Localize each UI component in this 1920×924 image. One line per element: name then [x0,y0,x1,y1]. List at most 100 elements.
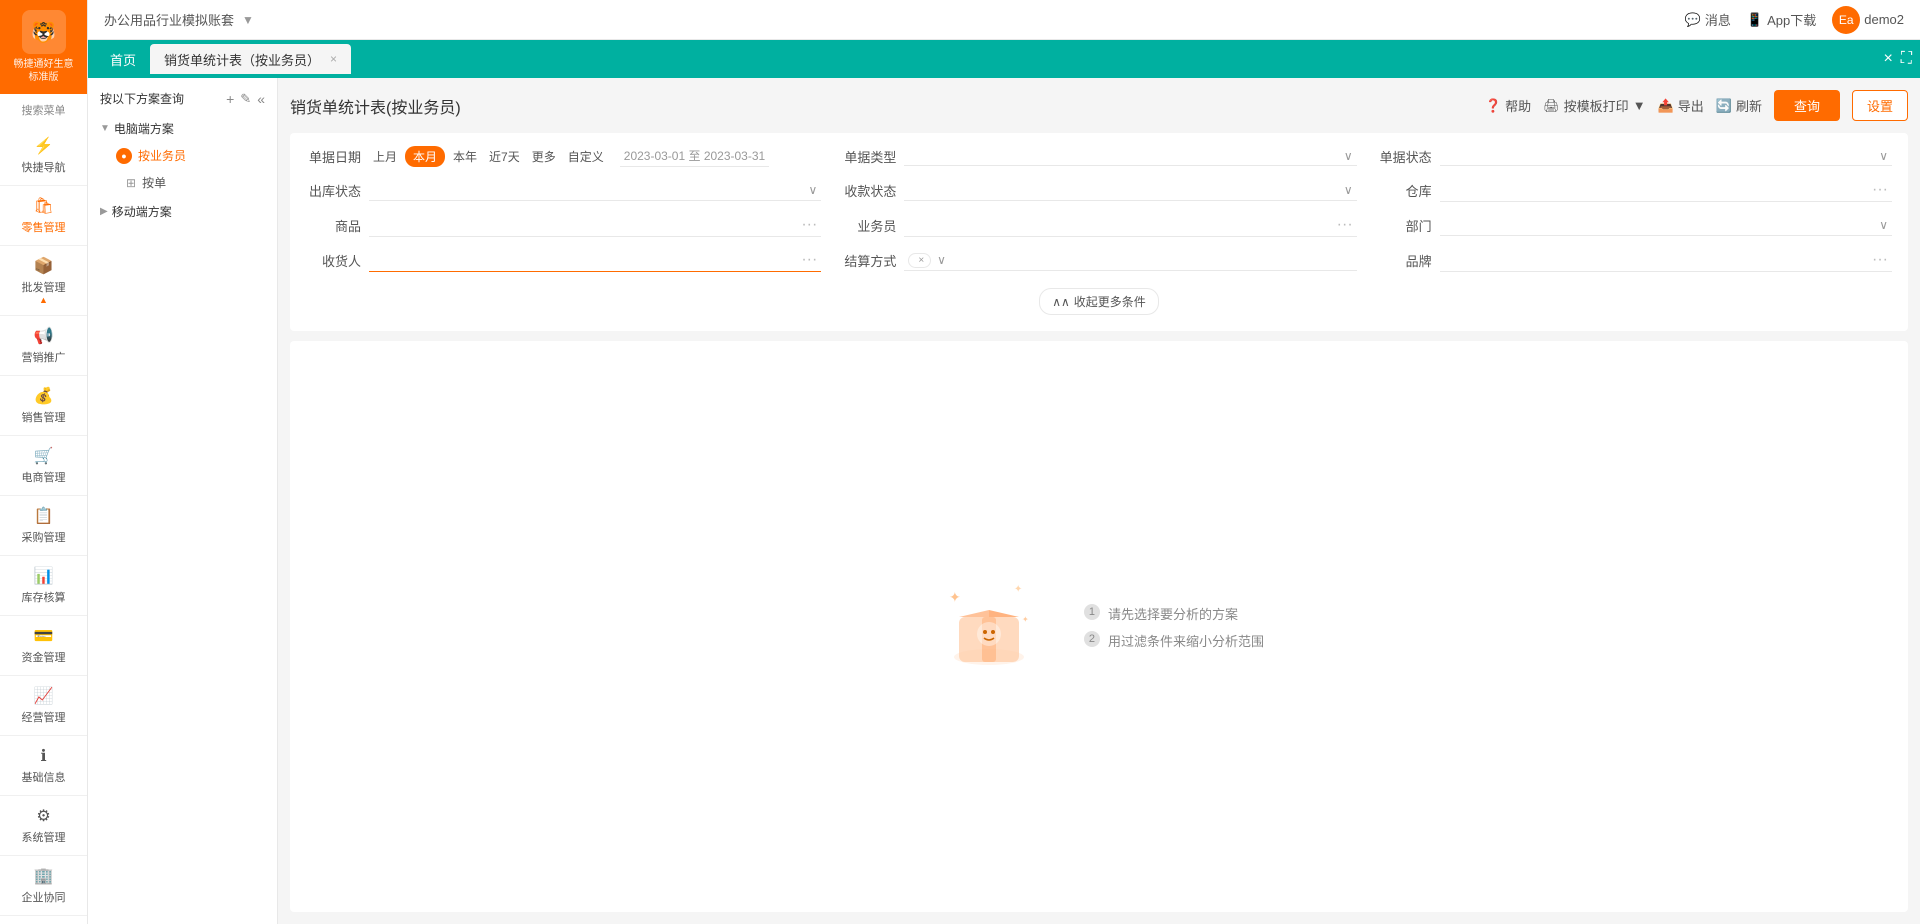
sidebar-item-inventory[interactable]: 📊 库存核算 [0,556,87,616]
inventory-icon: 📊 [34,566,54,586]
sidebar-item-retail[interactable]: 🛍 零售管理 [0,186,87,246]
sales-rep-more-icon[interactable]: ··· [1337,216,1353,234]
bill-status-input[interactable] [1444,148,1876,163]
warehouse-input[interactable] [1444,183,1868,198]
help-btn[interactable]: ❓ 帮助 [1485,96,1531,115]
bill-type-input[interactable] [908,148,1340,163]
plan-group-desktop-title[interactable]: ▼ 电脑端方案 [88,115,277,142]
bill-type-dropdown-icon[interactable]: ∨ [1344,149,1353,163]
collapse-button[interactable]: ∧∧ 收起更多条件 [1039,288,1159,315]
main-area: 办公用品行业模拟账套 ▼ 💬 消息 📱 App下载 Ea demo2 首页 [88,0,1920,924]
goods-filter: 商品 ··· [306,214,821,237]
payment-method-clear-icon[interactable]: × [918,255,924,266]
finance-label: 资金管理 [22,649,66,665]
sales-rep-label: 业务员 [841,216,896,235]
ecommerce-icon: 🛒 [34,446,54,466]
empty-illustration: ✦ ✦ ✦ [934,572,1044,682]
query-button[interactable]: 查询 [1774,90,1840,121]
message-btn[interactable]: 💬 消息 [1685,10,1731,29]
plan-item-sales-rep[interactable]: ● 按业务员 [88,142,277,169]
search-menu[interactable]: 搜索菜单 [0,94,87,126]
bill-status-dropdown-icon[interactable]: ∨ [1879,149,1888,163]
warehouse-label: 仓库 [1377,181,1432,200]
sidebar-item-finance[interactable]: 💳 资金管理 [0,616,87,676]
sidebar-item-system[interactable]: ⚙ 系统管理 [0,796,87,856]
receiver-filter: 收货人 ··· [306,249,821,272]
sales-rep-filter: 业务员 ··· [841,214,1356,237]
sidebar-item-purchase[interactable]: 📋 采购管理 [0,496,87,556]
receiver-more-icon[interactable]: ··· [801,251,817,269]
bill-type-input-wrap: ∨ [904,146,1356,166]
date-btn-more[interactable]: 更多 [528,146,560,167]
collapse-panel-icon[interactable]: « [257,91,265,107]
tab-close-icon[interactable]: × [330,52,337,66]
date-btn-this-month[interactable]: 本月 [405,146,445,167]
out-status-input-wrap: ∨ [369,181,821,201]
app-download-btn[interactable]: 📱 App下载 [1747,10,1816,29]
out-status-dropdown-icon[interactable]: ∨ [809,183,818,197]
dept-dropdown-icon[interactable]: ∨ [1879,218,1888,232]
bill-status-input-wrap: ∨ [1440,146,1892,166]
refresh-btn[interactable]: 🔄 刷新 [1716,96,1762,115]
print-btn[interactable]: 🖨 按模板打印 ▼ [1543,96,1645,115]
sidebar-shortcut[interactable]: ⚡ 快捷导航 [0,126,87,186]
brand-filter: 品牌 ··· [1377,249,1892,272]
retail-label: 零售管理 [22,219,66,235]
print-icon: 🖨 [1543,98,1560,114]
date-btn-custom[interactable]: 自定义 [564,146,608,167]
payment-method-dropdown-icon[interactable]: ∨ [937,253,946,267]
print-dropdown-icon: ▼ [1633,98,1646,113]
sidebar-item-wholesale[interactable]: 📦 批发管理 ▲ [0,246,87,316]
bill-status-label: 单据状态 [1377,147,1432,166]
sidebar-item-enterprise[interactable]: 🏢 企业协同 [0,856,87,916]
sales-rep-input[interactable] [908,218,1332,233]
sidebar-item-marketing[interactable]: 📢 营销推广 [0,316,87,376]
add-plan-icon[interactable]: + [226,91,234,107]
left-panel: 按以下方案查询 + ✎ « ▼ 电脑端方案 ● 按业务员 ⊞ 按单 [88,78,278,924]
by-order-icon: ⊞ [126,176,136,190]
operations-label: 经营管理 [22,709,66,725]
sidebar-item-sales[interactable]: 💰 销售管理 [0,376,87,436]
download-icon: 📱 [1747,12,1763,28]
plan-group-mobile-title[interactable]: ▶ 移动端方案 [88,198,277,225]
sidebar-item-basic[interactable]: ℹ 基础信息 [0,736,87,796]
left-panel-header: 按以下方案查询 + ✎ « [88,86,277,115]
date-btn-last-month[interactable]: 上月 [369,146,401,167]
inventory-label: 库存核算 [22,589,66,605]
brand-more-icon[interactable]: ··· [1872,251,1888,269]
message-icon: 💬 [1685,12,1701,28]
sidebar-item-operations[interactable]: 📈 经营管理 [0,676,87,736]
payment-status-dropdown-icon[interactable]: ∨ [1344,183,1353,197]
user-profile[interactable]: Ea demo2 [1832,6,1904,34]
settings-button[interactable]: 设置 [1852,90,1908,121]
out-status-label: 出库状态 [306,181,361,200]
warehouse-more-icon[interactable]: ··· [1872,181,1888,199]
payment-status-input[interactable] [908,183,1340,198]
date-btn-this-year[interactable]: 本年 [449,146,481,167]
brand-input[interactable] [1444,253,1868,268]
goods-more-icon[interactable]: ··· [801,216,817,234]
sidebar-item-newbie[interactable]: 🎯 新手引导 [0,916,87,924]
export-btn[interactable]: 📤 导出 [1658,96,1704,115]
sidebar-item-ecommerce[interactable]: 🛒 电商管理 [0,436,87,496]
dept-input[interactable] [1444,218,1876,233]
tab-sales-stats[interactable]: 销货单统计表（按业务员） × [150,44,351,74]
plan-subitem-by-order[interactable]: ⊞ 按单 [88,169,277,196]
empty-tips: 1 请先选择要分析的方案 2 用过滤条件来缩小分析范围 [1084,604,1264,650]
maximize-window-icon[interactable]: ⛶ [1901,50,1912,68]
edit-plan-icon[interactable]: ✎ [240,91,251,107]
export-label: 导出 [1678,96,1704,115]
account-dropdown-icon[interactable]: ▼ [242,13,254,27]
system-label: 系统管理 [22,829,66,845]
date-range[interactable]: 2023-03-01 至 2023-03-31 [620,145,769,167]
out-status-input[interactable] [373,183,805,198]
active-tab-label: 销货单统计表（按业务员） [164,50,320,69]
date-btn-7days[interactable]: 近7天 [485,146,524,167]
goods-input[interactable] [373,218,797,233]
plan-group-desktop-label: 电脑端方案 [114,120,174,137]
minimize-window-icon[interactable]: × [1883,50,1892,68]
tab-home[interactable]: 首页 [96,44,150,74]
warehouse-filter: 仓库 ··· [1377,179,1892,202]
collapse-row: ∧∧ 收起更多条件 [306,284,1892,319]
receiver-input[interactable] [373,253,797,268]
